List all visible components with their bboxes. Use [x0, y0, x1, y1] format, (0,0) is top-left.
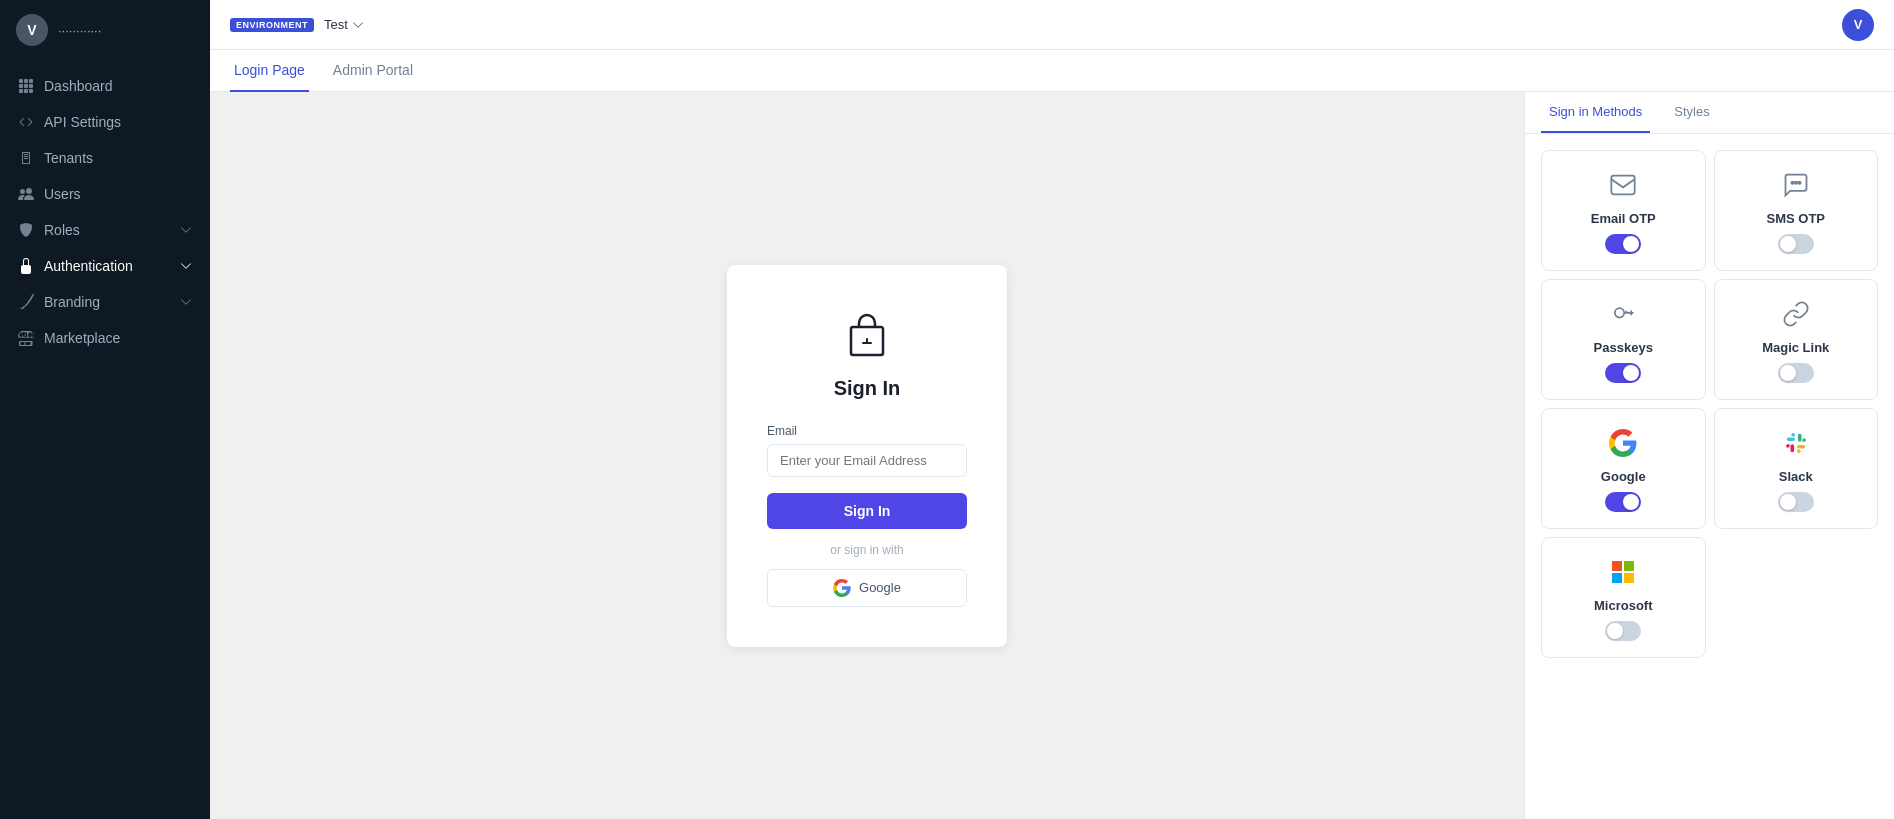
method-card-google: Google — [1541, 408, 1706, 529]
email-otp-toggle[interactable] — [1605, 234, 1641, 254]
shield-icon — [18, 222, 34, 238]
sms-otp-toggle[interactable] — [1778, 234, 1814, 254]
panel-tabs: Sign in Methods Styles — [1525, 92, 1894, 134]
svg-point-4 — [1798, 182, 1800, 184]
lock-icon — [18, 258, 34, 274]
sidebar-item-api-settings-label: API Settings — [44, 114, 121, 130]
microsoft-toggle[interactable] — [1605, 621, 1641, 641]
slack-method-icon — [1778, 425, 1814, 461]
environment-badge: ENVIRONMENT — [230, 18, 314, 32]
sidebar-item-tenants-label: Tenants — [44, 150, 93, 166]
user-avatar[interactable]: V — [1842, 9, 1874, 41]
chevron-down-icon-auth — [180, 260, 192, 272]
svg-point-5 — [1615, 308, 1624, 317]
tab-admin-portal[interactable]: Admin Portal — [329, 50, 417, 92]
method-card-microsoft: Microsoft — [1541, 537, 1706, 658]
sidebar-item-dashboard-label: Dashboard — [44, 78, 113, 94]
method-card-slack: Slack — [1714, 408, 1879, 529]
magic-link-label: Magic Link — [1762, 340, 1829, 355]
google-logo-icon — [833, 579, 851, 597]
panel-tab-styles[interactable]: Styles — [1666, 92, 1717, 133]
page-tabs: Login Page Admin Portal — [210, 50, 1894, 92]
slack-method-label: Slack — [1779, 469, 1813, 484]
login-card: Sign In Email Sign In or sign in with — [727, 265, 1007, 647]
chevron-down-icon-env — [352, 19, 364, 31]
sidebar-nav: Dashboard API Settings Tenants Users Rol — [0, 60, 210, 364]
content-area: Sign In Email Sign In or sign in with — [210, 92, 1894, 819]
google-toggle[interactable] — [1605, 492, 1641, 512]
env-name: Test — [324, 17, 348, 32]
chevron-down-icon — [180, 224, 192, 236]
email-label: Email — [767, 424, 967, 438]
sidebar-org-name: ············ — [58, 23, 101, 38]
passkeys-toggle[interactable] — [1605, 363, 1641, 383]
sms-otp-icon — [1778, 167, 1814, 203]
email-otp-label: Email OTP — [1591, 211, 1656, 226]
login-preview-area: Sign In Email Sign In or sign in with — [210, 92, 1524, 819]
microsoft-method-icon — [1605, 554, 1641, 590]
sidebar-item-branding[interactable]: Branding — [0, 284, 210, 320]
google-method-icon — [1605, 425, 1641, 461]
svg-point-3 — [1795, 182, 1797, 184]
sidebar-header: V ············ — [0, 0, 210, 60]
magic-link-icon — [1778, 296, 1814, 332]
svg-point-2 — [1791, 182, 1793, 184]
methods-grid: Email OTP SMS OTP — [1525, 134, 1894, 674]
method-card-magic-link: Magic Link — [1714, 279, 1879, 400]
sidebar-item-marketplace[interactable]: Marketplace — [0, 320, 210, 356]
slack-toggle[interactable] — [1778, 492, 1814, 512]
env-selector[interactable]: Test — [324, 17, 364, 32]
building-icon — [18, 150, 34, 166]
google-signin-button[interactable]: Google — [767, 569, 967, 607]
main-content: ENVIRONMENT Test V Login Page Admin Port… — [210, 0, 1894, 819]
chevron-down-icon-branding — [180, 296, 192, 308]
or-signin-text: or sign in with — [767, 543, 967, 557]
method-card-passkeys: Passkeys — [1541, 279, 1706, 400]
passkeys-label: Passkeys — [1594, 340, 1653, 355]
sidebar-item-roles-label: Roles — [44, 222, 80, 238]
method-card-sms-otp: SMS OTP — [1714, 150, 1879, 271]
store-icon — [18, 330, 34, 346]
microsoft-method-label: Microsoft — [1594, 598, 1653, 613]
sidebar-item-authentication-label: Authentication — [44, 258, 133, 274]
login-form: Email Sign In or sign in with Google — [767, 424, 967, 607]
google-method-label: Google — [1601, 469, 1646, 484]
sidebar-item-dashboard[interactable]: Dashboard — [0, 68, 210, 104]
sidebar-item-marketplace-label: Marketplace — [44, 330, 120, 346]
login-title: Sign In — [834, 377, 901, 400]
signin-button[interactable]: Sign In — [767, 493, 967, 529]
app-logo-icon — [843, 313, 891, 361]
sidebar-item-tenants[interactable]: Tenants — [0, 140, 210, 176]
sidebar-org-avatar[interactable]: V — [16, 14, 48, 46]
users-icon — [18, 186, 34, 202]
tab-login-page[interactable]: Login Page — [230, 50, 309, 92]
svg-rect-1 — [1612, 176, 1635, 195]
right-panel: Sign in Methods Styles Email OTP — [1524, 92, 1894, 819]
sidebar-item-api-settings[interactable]: API Settings — [0, 104, 210, 140]
panel-tab-sign-in-methods[interactable]: Sign in Methods — [1541, 92, 1650, 133]
method-card-email-otp: Email OTP — [1541, 150, 1706, 271]
grid-icon — [18, 78, 34, 94]
sidebar-item-roles[interactable]: Roles — [0, 212, 210, 248]
google-button-label: Google — [859, 580, 901, 595]
topbar: ENVIRONMENT Test V — [210, 0, 1894, 50]
email-otp-icon — [1605, 167, 1641, 203]
brush-icon — [18, 294, 34, 310]
sidebar: V ············ Dashboard API Settings Te… — [0, 0, 210, 819]
sms-otp-label: SMS OTP — [1766, 211, 1825, 226]
sidebar-item-branding-label: Branding — [44, 294, 100, 310]
sidebar-item-users[interactable]: Users — [0, 176, 210, 212]
code-icon — [18, 114, 34, 130]
sidebar-item-users-label: Users — [44, 186, 81, 202]
magic-link-toggle[interactable] — [1778, 363, 1814, 383]
passkeys-icon — [1605, 296, 1641, 332]
sidebar-item-authentication[interactable]: Authentication — [0, 248, 210, 284]
email-input[interactable] — [767, 444, 967, 477]
